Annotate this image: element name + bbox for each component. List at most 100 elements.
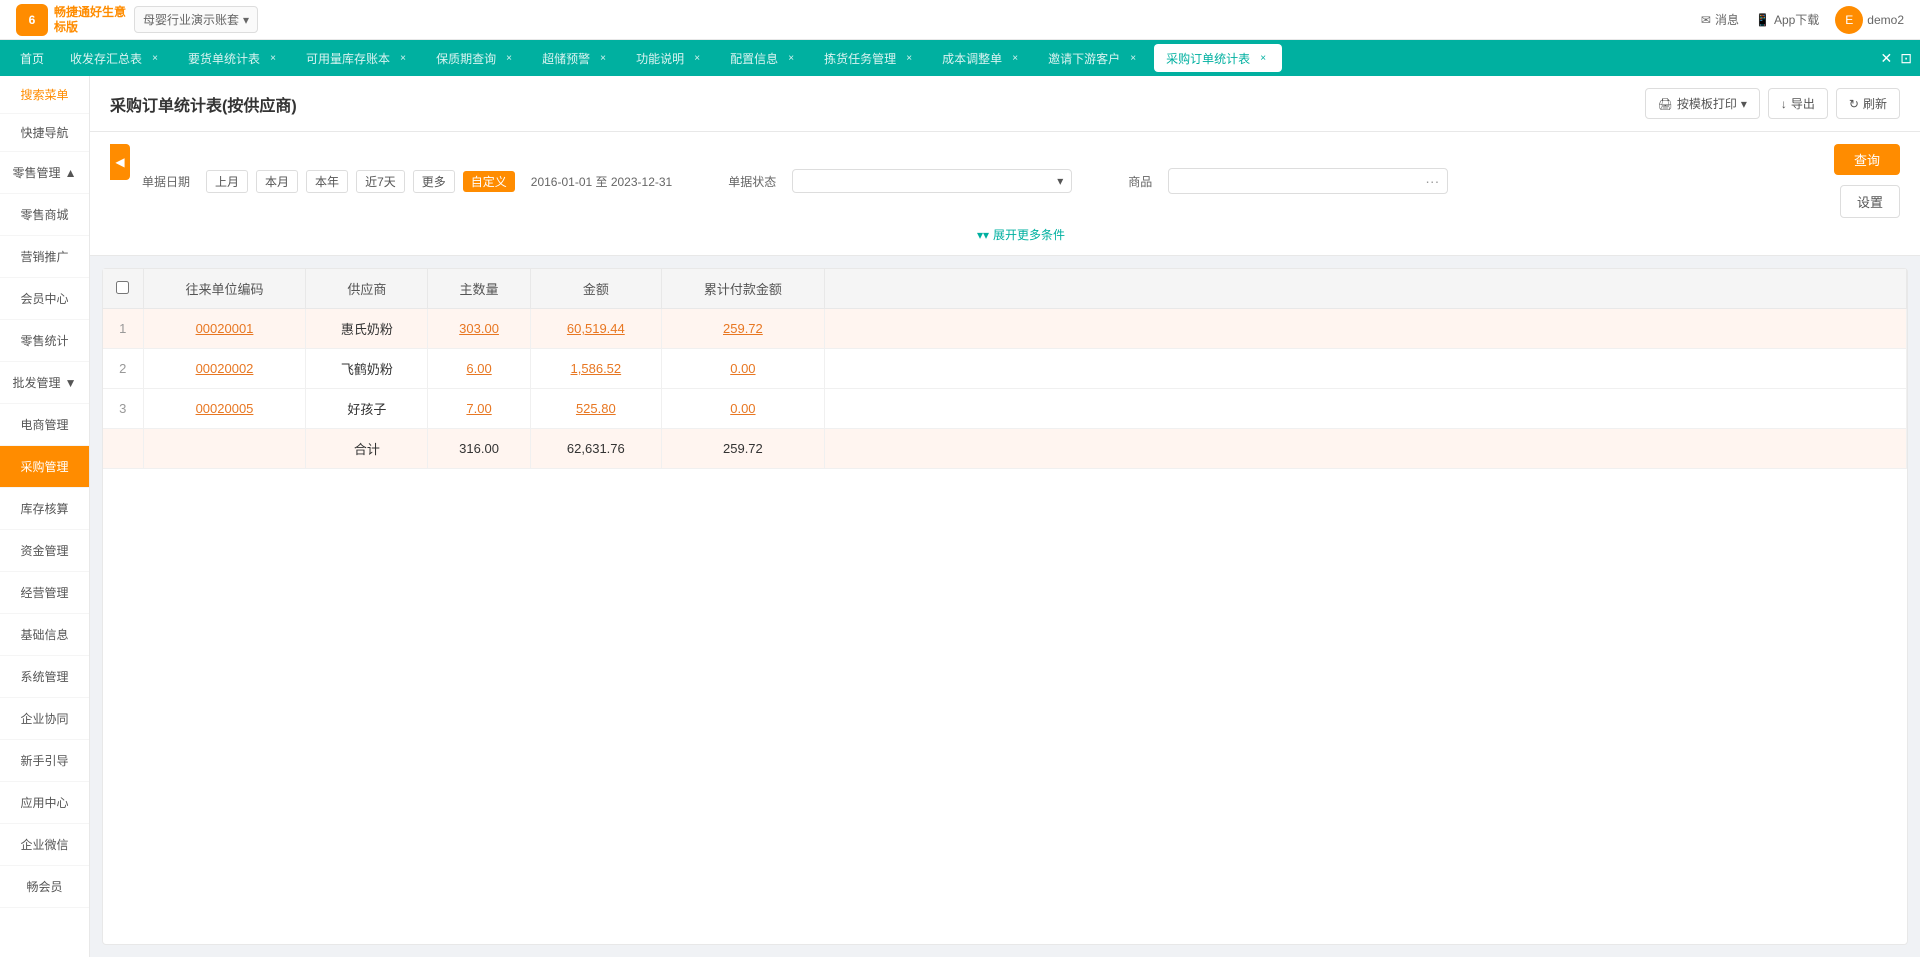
cell-amount-1: 60,519.44 <box>530 309 661 349</box>
tab-close-icon[interactable]: × <box>1008 51 1022 65</box>
sidebar-item-wholesale[interactable]: 批发管理 ▼ <box>0 362 89 404</box>
th-supplier: 供应商 <box>306 269 428 309</box>
cell-amount-3: 525.80 <box>530 389 661 429</box>
th-paid: 累计付款金额 <box>661 269 824 309</box>
tab-yaoqing[interactable]: 邀请下游客户 × <box>1036 44 1152 72</box>
goods-input[interactable]: ··· <box>1168 168 1448 194</box>
footer-label: 合计 <box>306 429 428 469</box>
top-bar-left: 6 畅捷通好生意 标版 母婴行业演示账套 ▾ <box>16 4 258 36</box>
sidebar-item-appstore[interactable]: 应用中心 <box>0 782 89 824</box>
nav-tabs: 首页 收发存汇总表 × 要货单统计表 × 可用量库存账本 × 保质期查询 × 超… <box>0 40 1920 76</box>
sidebar-item-basic-info[interactable]: 基础信息 <box>0 614 89 656</box>
sidebar-item-wechat[interactable]: 企业微信 <box>0 824 89 866</box>
sidebar-item-member2[interactable]: 畅会员 <box>0 866 89 908</box>
tab-close-icon[interactable]: × <box>1126 51 1140 65</box>
th-checkbox <box>103 269 143 309</box>
message-button[interactable]: ✉ 消息 <box>1701 11 1739 28</box>
footer-empty <box>103 429 143 469</box>
cell-qty-3: 7.00 <box>428 389 530 429</box>
avatar: E <box>1835 6 1863 34</box>
expand-filters-button[interactable]: ▾▾ 展开更多条件 <box>977 226 1065 243</box>
tab-close-icon[interactable]: × <box>596 51 610 65</box>
tab-close-all-icon[interactable]: ✕ <box>1881 50 1893 67</box>
tab-close-icon[interactable]: × <box>266 51 280 65</box>
sidebar-search[interactable]: 搜索菜单 <box>0 76 89 114</box>
chevron-down-icon: ▾ <box>243 13 249 27</box>
sidebar-item-system[interactable]: 系统管理 <box>0 656 89 698</box>
th-extra <box>824 269 1906 309</box>
tab-peizhi[interactable]: 配置信息 × <box>718 44 810 72</box>
sidebar-item-newbie[interactable]: 新手引导 <box>0 740 89 782</box>
tab-chaochuyujing[interactable]: 超储预警 × <box>530 44 622 72</box>
app-download-button[interactable]: 📱 App下载 <box>1755 11 1819 28</box>
tab-keyongliang[interactable]: 可用量库存账本 × <box>294 44 422 72</box>
main-layout: 搜索菜单 快捷导航 零售管理 ▲ 零售商城 营销推广 会员中心 零售统计 批发管… <box>0 76 1920 957</box>
tab-yaohuo[interactable]: 要货单统计表 × <box>176 44 292 72</box>
sidebar-item-inventory[interactable]: 库存核算 <box>0 488 89 530</box>
filter-toggle-button[interactable]: ◀ <box>110 144 130 180</box>
sidebar-item-enterprise-collab[interactable]: 企业协同 <box>0 698 89 740</box>
tab-expand-icon[interactable]: ⊡ <box>1900 50 1912 67</box>
tab-close-icon[interactable]: × <box>396 51 410 65</box>
sidebar-item-retail-shop[interactable]: 零售商城 <box>0 194 89 236</box>
query-button[interactable]: 查询 <box>1834 144 1900 175</box>
tab-close-icon[interactable]: × <box>690 51 704 65</box>
sidebar-item-retail-stats[interactable]: 零售统计 <box>0 320 89 362</box>
settings-button[interactable]: 设置 <box>1840 185 1900 218</box>
export-icon: ↓ <box>1781 97 1787 111</box>
footer-extra <box>824 429 1906 469</box>
tab-gongnengshuo[interactable]: 功能说明 × <box>624 44 716 72</box>
date-this-month-button[interactable]: 本月 <box>256 170 298 193</box>
filter-row-date: 单据日期 上月 本月 本年 近7天 更多 自定义 2016-01-01 至 20… <box>142 144 1900 218</box>
date-range-display: 2016-01-01 至 2023-12-31 <box>531 173 672 190</box>
sidebar-item-finance[interactable]: 资金管理 <box>0 530 89 572</box>
tab-close-icon[interactable]: × <box>502 51 516 65</box>
export-button[interactable]: ↓ 导出 <box>1768 88 1828 119</box>
template-print-button[interactable]: 🖨 按模板打印 ▾ <box>1645 88 1760 119</box>
date-7days-button[interactable]: 近7天 <box>356 170 405 193</box>
cell-extra-1 <box>824 309 1906 349</box>
sidebar-item-retail-mgmt[interactable]: 零售管理 ▲ <box>0 152 89 194</box>
cell-code-1: 00020001 <box>143 309 306 349</box>
cell-qty-2: 6.00 <box>428 349 530 389</box>
table-row: 3 00020005 好孩子 7.00 525.80 0.00 <box>103 389 1907 429</box>
refresh-button[interactable]: ↻ 刷新 <box>1836 88 1900 119</box>
cell-paid-1: 259.72 <box>661 309 824 349</box>
sidebar-item-ecommerce[interactable]: 电商管理 <box>0 404 89 446</box>
tab-baozhiqi[interactable]: 保质期查询 × <box>424 44 528 72</box>
page-title: 采购订单统计表(按供应商) <box>110 92 297 116</box>
footer-empty2 <box>143 429 306 469</box>
tab-close-icon[interactable]: × <box>1256 51 1270 65</box>
data-table-container: 往来单位编码 供应商 主数量 金额 累计付款金额 1 00020001 惠氏奶粉… <box>102 268 1908 945</box>
tab-jianhuo[interactable]: 拣货任务管理 × <box>812 44 928 72</box>
user-menu[interactable]: E demo2 <box>1835 6 1904 34</box>
cell-code-2: 00020002 <box>143 349 306 389</box>
sidebar-quick-nav[interactable]: 快捷导航 <box>0 114 89 152</box>
date-more-button[interactable]: 更多 <box>413 170 455 193</box>
sidebar-item-member[interactable]: 会员中心 <box>0 278 89 320</box>
tab-actions: ✕ ⊡ <box>1881 50 1912 67</box>
tab-chengben[interactable]: 成本调整单 × <box>930 44 1034 72</box>
tab-caigou-active[interactable]: 采购订单统计表 × <box>1154 44 1282 72</box>
chevron-down-icon: ▾ <box>1057 174 1063 188</box>
date-last-month-button[interactable]: 上月 <box>206 170 248 193</box>
org-selector[interactable]: 母婴行业演示账套 ▾ <box>134 6 258 33</box>
tab-close-icon[interactable]: × <box>148 51 162 65</box>
sidebar-item-purchase[interactable]: 采购管理 <box>0 446 89 488</box>
date-this-year-button[interactable]: 本年 <box>306 170 348 193</box>
tab-close-icon[interactable]: × <box>784 51 798 65</box>
top-bar: 6 畅捷通好生意 标版 母婴行业演示账套 ▾ ✉ 消息 📱 App下载 E de… <box>0 0 1920 40</box>
chevron-down-icon: ▼ <box>65 376 77 390</box>
message-icon: ✉ <box>1701 13 1711 27</box>
cell-qty-1: 303.00 <box>428 309 530 349</box>
select-all-checkbox[interactable] <box>116 281 129 294</box>
sidebar-item-marketing[interactable]: 营销推广 <box>0 236 89 278</box>
date-custom-badge[interactable]: 自定义 <box>463 171 515 192</box>
tab-close-icon[interactable]: × <box>902 51 916 65</box>
tab-home[interactable]: 首页 <box>8 44 56 72</box>
tab-shoufacun[interactable]: 收发存汇总表 × <box>58 44 174 72</box>
status-select[interactable]: ▾ <box>792 169 1072 193</box>
table-footer-row: 合计 316.00 62,631.76 259.72 <box>103 429 1907 469</box>
cell-supplier-2: 飞鹤奶粉 <box>306 349 428 389</box>
sidebar-item-operations[interactable]: 经营管理 <box>0 572 89 614</box>
